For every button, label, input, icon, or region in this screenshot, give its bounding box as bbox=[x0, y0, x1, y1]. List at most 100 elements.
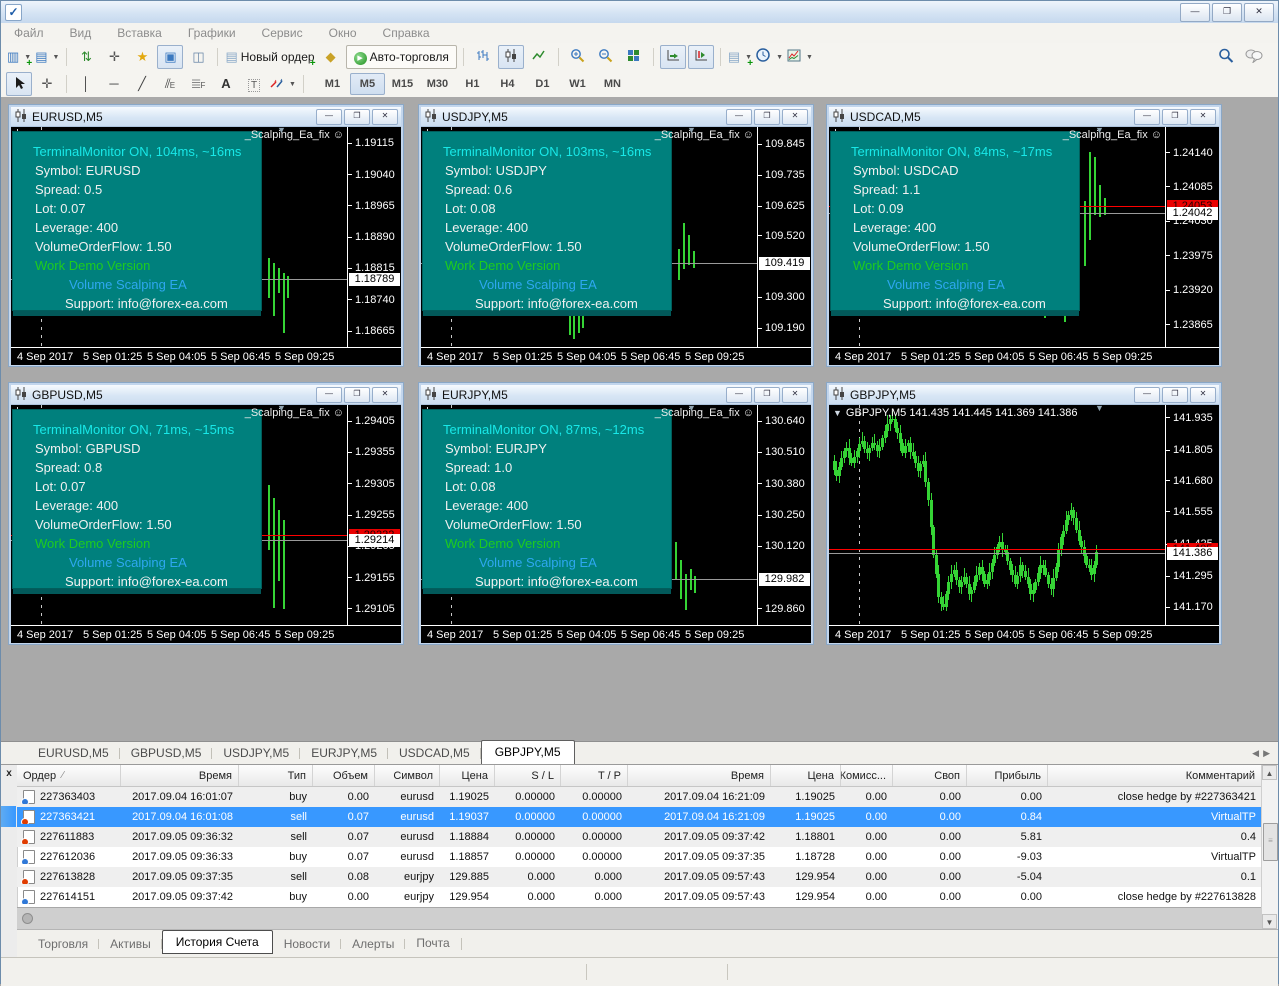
table-row[interactable]: 227613828 2017.09.05 09:37:35 sell 0.08 eurj… bbox=[17, 867, 1262, 887]
menu-item[interactable]: Окно bbox=[316, 24, 370, 42]
window-minimize-button[interactable]: — bbox=[1180, 2, 1210, 22]
column-header[interactable]: Цена bbox=[771, 765, 841, 786]
timeframe-m1[interactable]: M1 bbox=[315, 73, 350, 95]
terminal-tab[interactable]: Активы bbox=[99, 932, 162, 956]
templates-button[interactable]: ▼ bbox=[786, 45, 814, 69]
new-chart-button[interactable]: ▥ + ▼ bbox=[6, 45, 32, 69]
timeframe-d1[interactable]: D1 bbox=[525, 73, 560, 95]
price-scale[interactable]: 1.19115 1.19040 1.18965 1.18890 1.18815 1.187… bbox=[347, 127, 401, 347]
chart-window-eurusd[interactable]: EURUSD,M5 — ❐ ✕ TerminalMonitor ON, 104ms, ~… bbox=[8, 104, 404, 367]
timeframe-h4[interactable]: H4 bbox=[490, 73, 525, 95]
chart-tab-gbpusd[interactable]: GBPUSD,M5 bbox=[120, 743, 213, 764]
autotrading-button[interactable]: ▶ Авто-торговля bbox=[345, 45, 457, 69]
chart-restore-button[interactable]: ❐ bbox=[344, 386, 370, 403]
text-button[interactable]: A bbox=[213, 72, 239, 96]
price-scale[interactable]: 130.640 130.510 130.380 130.250 130.120 129.8… bbox=[757, 405, 811, 625]
window-close-button[interactable]: ✕ bbox=[1244, 2, 1274, 22]
metaeditor-button[interactable]: ◆ bbox=[318, 45, 344, 69]
chart-minimize-button[interactable]: — bbox=[1134, 386, 1160, 403]
terminal-close-button[interactable]: x bbox=[1, 768, 17, 779]
price-scale[interactable]: 1.24140 1.24085 1.24030 1.23975 1.23920 1.238… bbox=[1165, 127, 1219, 347]
tab-scroll-right-icon[interactable]: ▶ bbox=[1263, 748, 1270, 759]
chart-plot[interactable]: TerminalMonitor ON, 104ms, ~16ms Symbol: … bbox=[11, 127, 347, 346]
label-button[interactable]: T bbox=[241, 72, 267, 96]
indicators-button[interactable]: ▤ + ▼ bbox=[727, 45, 753, 69]
table-row[interactable]: 227363403 2017.09.04 16:01:07 buy 0.00 eurus… bbox=[17, 787, 1262, 807]
price-scale[interactable]: 141.935141.805141.680141.555141.425141.2… bbox=[1165, 405, 1219, 625]
tile-windows-button[interactable] bbox=[621, 45, 647, 69]
scroll-down-icon[interactable]: ▼ bbox=[1262, 914, 1277, 929]
horizontal-line-button[interactable]: ─ bbox=[101, 72, 127, 96]
profiles-button[interactable]: ▤ ▼ bbox=[34, 45, 60, 69]
chart-minimize-button[interactable]: — bbox=[1134, 108, 1160, 125]
terminal-panel-button[interactable]: ▣ bbox=[157, 45, 184, 69]
scroll-up-icon[interactable]: ▲ bbox=[1262, 765, 1277, 780]
chart-plot[interactable]: TerminalMonitor ON, 87ms, ~12ms Symbol: E… bbox=[421, 405, 757, 624]
column-header[interactable]: Время bbox=[628, 765, 771, 786]
time-axis[interactable]: 4 Sep 2017 5 Sep 01:25 5 Sep 04:05 5 Sep 06… bbox=[11, 625, 401, 644]
navigator-button[interactable]: ★ bbox=[129, 45, 155, 69]
search-button[interactable] bbox=[1213, 45, 1239, 69]
time-axis[interactable]: 4 Sep 2017 5 Sep 01:25 5 Sep 04:05 5 Sep 06… bbox=[829, 625, 1219, 644]
column-header[interactable]: Комментарий bbox=[1048, 765, 1262, 786]
chart-plot[interactable]: TerminalMonitor ON, 103ms, ~16ms Symbol: … bbox=[421, 127, 757, 346]
time-axis[interactable]: 4 Sep 2017 5 Sep 01:25 5 Sep 04:05 5 Sep 06… bbox=[11, 347, 401, 366]
chart-window-titlebar[interactable]: USDCAD,M5 — ❐ ✕ bbox=[829, 107, 1219, 127]
cursor-button[interactable] bbox=[6, 72, 32, 96]
chart-restore-button[interactable]: ❐ bbox=[754, 108, 780, 125]
timeframe-m15[interactable]: M15 bbox=[385, 73, 420, 95]
chart-window-eurjpy[interactable]: EURJPY,M5 — ❐ ✕ TerminalMonitor ON, 87ms, ~1… bbox=[418, 382, 814, 645]
zoom-in-button[interactable] bbox=[565, 45, 591, 69]
chart-plot[interactable]: ▼ GBPJPY,M5 141.435 141.445 141.369 141.3… bbox=[829, 405, 1165, 624]
menu-item[interactable]: Сервис bbox=[249, 24, 316, 42]
scrollbar-thumb[interactable]: ≡ bbox=[1263, 823, 1278, 861]
candlestick-chart-button[interactable] bbox=[497, 45, 524, 69]
bar-chart-button[interactable] bbox=[470, 45, 496, 69]
terminal-scrollbar[interactable]: ▲ ≡ ▼ bbox=[1261, 765, 1278, 929]
equidistant-channel-button[interactable]: ⫽E bbox=[157, 72, 183, 96]
column-header[interactable]: Символ bbox=[375, 765, 440, 786]
shapes-button[interactable]: ▼ bbox=[269, 72, 297, 96]
timeframe-w1[interactable]: W1 bbox=[560, 73, 595, 95]
chart-plot[interactable]: TerminalMonitor ON, 71ms, ~15ms Symbol: G… bbox=[11, 405, 347, 624]
terminal-tab[interactable]: Алерты bbox=[341, 932, 406, 956]
chart-tab-eurjpy[interactable]: EURJPY,M5 bbox=[300, 743, 388, 764]
column-header[interactable]: Объем bbox=[313, 765, 375, 786]
menu-item[interactable]: Вид bbox=[57, 24, 105, 42]
menu-item[interactable]: Справка bbox=[370, 24, 443, 42]
tab-scroll-left-icon[interactable]: ◀ bbox=[1252, 748, 1259, 759]
chart-plot[interactable]: TerminalMonitor ON, 84ms, ~17ms Symbol: U… bbox=[829, 127, 1165, 346]
column-header[interactable]: Комисс... bbox=[841, 765, 893, 786]
fibonacci-button[interactable]: ≣F bbox=[185, 72, 211, 96]
chart-tab-usdcad[interactable]: USDCAD,M5 bbox=[388, 743, 481, 764]
timeframe-h1[interactable]: H1 bbox=[455, 73, 490, 95]
crosshair-tool-button[interactable]: ✛ bbox=[34, 72, 60, 96]
menu-item[interactable]: Графики bbox=[175, 24, 249, 42]
chart-close-button[interactable]: ✕ bbox=[782, 386, 808, 403]
vertical-line-button[interactable]: │ bbox=[73, 72, 99, 96]
chat-button[interactable] bbox=[1241, 45, 1267, 69]
periods-button[interactable]: ▼ bbox=[755, 45, 784, 69]
chart-close-button[interactable]: ✕ bbox=[782, 108, 808, 125]
window-restore-button[interactable]: ❐ bbox=[1212, 2, 1242, 22]
chart-close-button[interactable]: ✕ bbox=[372, 386, 398, 403]
price-scale[interactable]: 1.294051.293551.293051.292551.292051.291… bbox=[347, 405, 401, 625]
chart-window-titlebar[interactable]: GBPUSD,M5 — ❐ ✕ bbox=[11, 385, 401, 405]
column-header[interactable]: Тип bbox=[239, 765, 313, 786]
column-header[interactable]: Прибыль bbox=[967, 765, 1048, 786]
column-header[interactable]: Цена bbox=[440, 765, 495, 786]
price-scale[interactable]: 109.845 109.735 109.625 109.520 109.300 109.1… bbox=[757, 127, 811, 347]
column-header[interactable]: S / L bbox=[495, 765, 561, 786]
auto-scroll-button[interactable] bbox=[659, 45, 686, 69]
column-header[interactable]: T / P bbox=[561, 765, 628, 786]
chart-restore-button[interactable]: ❐ bbox=[1162, 386, 1188, 403]
time-axis[interactable]: 4 Sep 2017 5 Sep 01:25 5 Sep 04:05 5 Sep 06… bbox=[421, 625, 811, 644]
timeframe-m30[interactable]: M30 bbox=[420, 73, 455, 95]
chart-minimize-button[interactable]: — bbox=[316, 386, 342, 403]
column-header[interactable]: Своп bbox=[893, 765, 967, 786]
chart-tab-eurusd[interactable]: EURUSD,M5 bbox=[27, 743, 120, 764]
chart-window-gbpusd[interactable]: GBPUSD,M5 — ❐ ✕ TerminalMonitor ON, 71ms, ~1… bbox=[8, 382, 404, 645]
menu-item[interactable]: Файл bbox=[1, 24, 57, 42]
chart-tab-usdjpy[interactable]: USDJPY,M5 bbox=[212, 743, 301, 764]
strategy-tester-button[interactable]: ◫ bbox=[185, 45, 211, 69]
